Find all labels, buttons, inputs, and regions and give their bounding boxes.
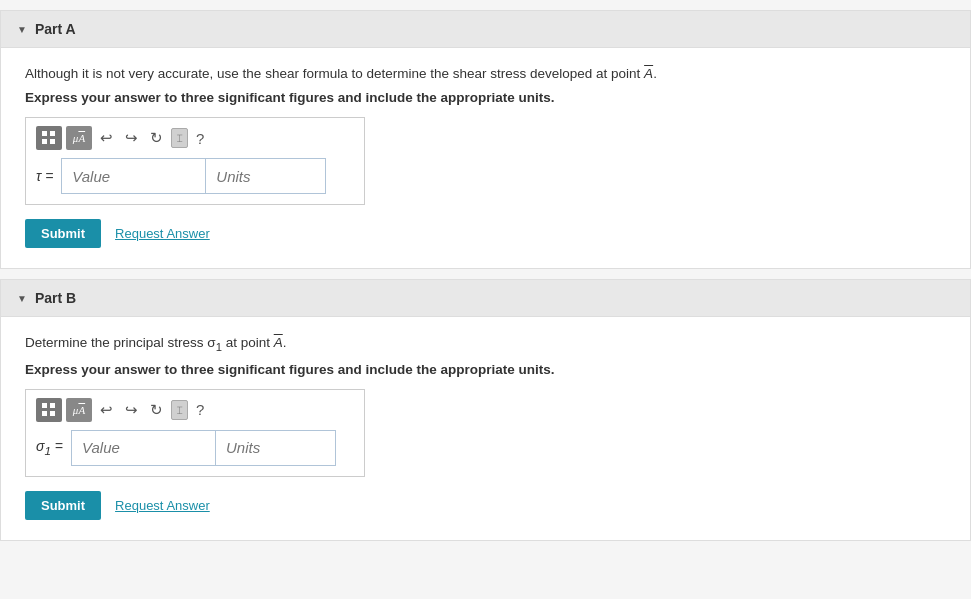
part-b-title: Part B [35, 290, 76, 306]
part-a-body: Although it is not very accurate, use th… [1, 48, 970, 268]
part-b-refresh-button[interactable]: ↻ [146, 399, 167, 421]
part-b-header: ▼ Part B [1, 280, 970, 317]
part-a-undo-button[interactable]: ↩ [96, 127, 117, 149]
redo-icon: ↪ [125, 401, 138, 419]
redo-icon: ↪ [125, 129, 138, 147]
part-b-equation-label: σ1 = [36, 438, 63, 457]
part-a-input-row: τ = [36, 158, 354, 194]
part-b-instruction: Express your answer to three significant… [25, 362, 946, 377]
grid-icon [42, 131, 56, 145]
part-a-toolbar: μA ↩ ↪ ↻ ⌶ ? [36, 126, 354, 150]
help-icon: ? [196, 130, 204, 147]
part-a-grid-button[interactable] [36, 126, 62, 150]
part-a-mu-button[interactable]: μA [66, 126, 92, 150]
part-a-value-input[interactable] [61, 158, 206, 194]
help-icon: ? [196, 401, 204, 418]
part-a-redo-button[interactable]: ↪ [121, 127, 142, 149]
mu-icon: μA [73, 132, 85, 144]
undo-icon: ↩ [100, 129, 113, 147]
grid-icon [42, 403, 56, 417]
part-b-action-row: Submit Request Answer [25, 491, 946, 520]
part-a-collapse-arrow[interactable]: ▼ [17, 24, 27, 35]
part-b-collapse-arrow[interactable]: ▼ [17, 293, 27, 304]
kbd-icon: ⌶ [177, 133, 182, 143]
part-b-answer-box: μA ↩ ↪ ↻ ⌶ ? [25, 389, 365, 477]
refresh-icon: ↻ [150, 401, 163, 419]
part-b-body: Determine the principal stress σ1 at poi… [1, 317, 970, 540]
part-a-answer-box: μA ↩ ↪ ↻ ⌶ ? [25, 117, 365, 205]
part-a-header: ▼ Part A [1, 11, 970, 48]
part-b-redo-button[interactable]: ↪ [121, 399, 142, 421]
part-b-units-input[interactable] [216, 430, 336, 466]
undo-icon: ↩ [100, 401, 113, 419]
part-a-action-row: Submit Request Answer [25, 219, 946, 248]
part-a-kbd-button[interactable]: ⌶ [171, 128, 188, 148]
part-a-instruction: Express your answer to three significant… [25, 90, 946, 105]
part-b-toolbar: μA ↩ ↪ ↻ ⌶ ? [36, 398, 354, 422]
part-a-question: Although it is not very accurate, use th… [25, 64, 946, 84]
part-a-request-answer-link[interactable]: Request Answer [115, 226, 210, 241]
page-container: ▼ Part A Although it is not very accurat… [0, 0, 971, 561]
kbd-icon: ⌶ [177, 405, 182, 415]
part-b-help-button[interactable]: ? [192, 399, 208, 420]
part-b-submit-button[interactable]: Submit [25, 491, 101, 520]
part-a-submit-button[interactable]: Submit [25, 219, 101, 248]
part-b-grid-button[interactable] [36, 398, 62, 422]
part-b-undo-button[interactable]: ↩ [96, 399, 117, 421]
refresh-icon: ↻ [150, 129, 163, 147]
part-b-question: Determine the principal stress σ1 at poi… [25, 333, 946, 356]
part-a-equation-label: τ = [36, 168, 53, 184]
part-b-value-input[interactable] [71, 430, 216, 466]
part-b-kbd-button[interactable]: ⌶ [171, 400, 188, 420]
part-b-request-answer-link[interactable]: Request Answer [115, 498, 210, 513]
part-a-refresh-button[interactable]: ↻ [146, 127, 167, 149]
part-a-section: ▼ Part A Although it is not very accurat… [0, 10, 971, 269]
part-a-units-input[interactable] [206, 158, 326, 194]
mu-icon: μA [73, 404, 85, 416]
part-b-input-row: σ1 = [36, 430, 354, 466]
part-b-section: ▼ Part B Determine the principal stress … [0, 279, 971, 541]
part-a-title: Part A [35, 21, 76, 37]
part-a-help-button[interactable]: ? [192, 128, 208, 149]
part-b-mu-button[interactable]: μA [66, 398, 92, 422]
